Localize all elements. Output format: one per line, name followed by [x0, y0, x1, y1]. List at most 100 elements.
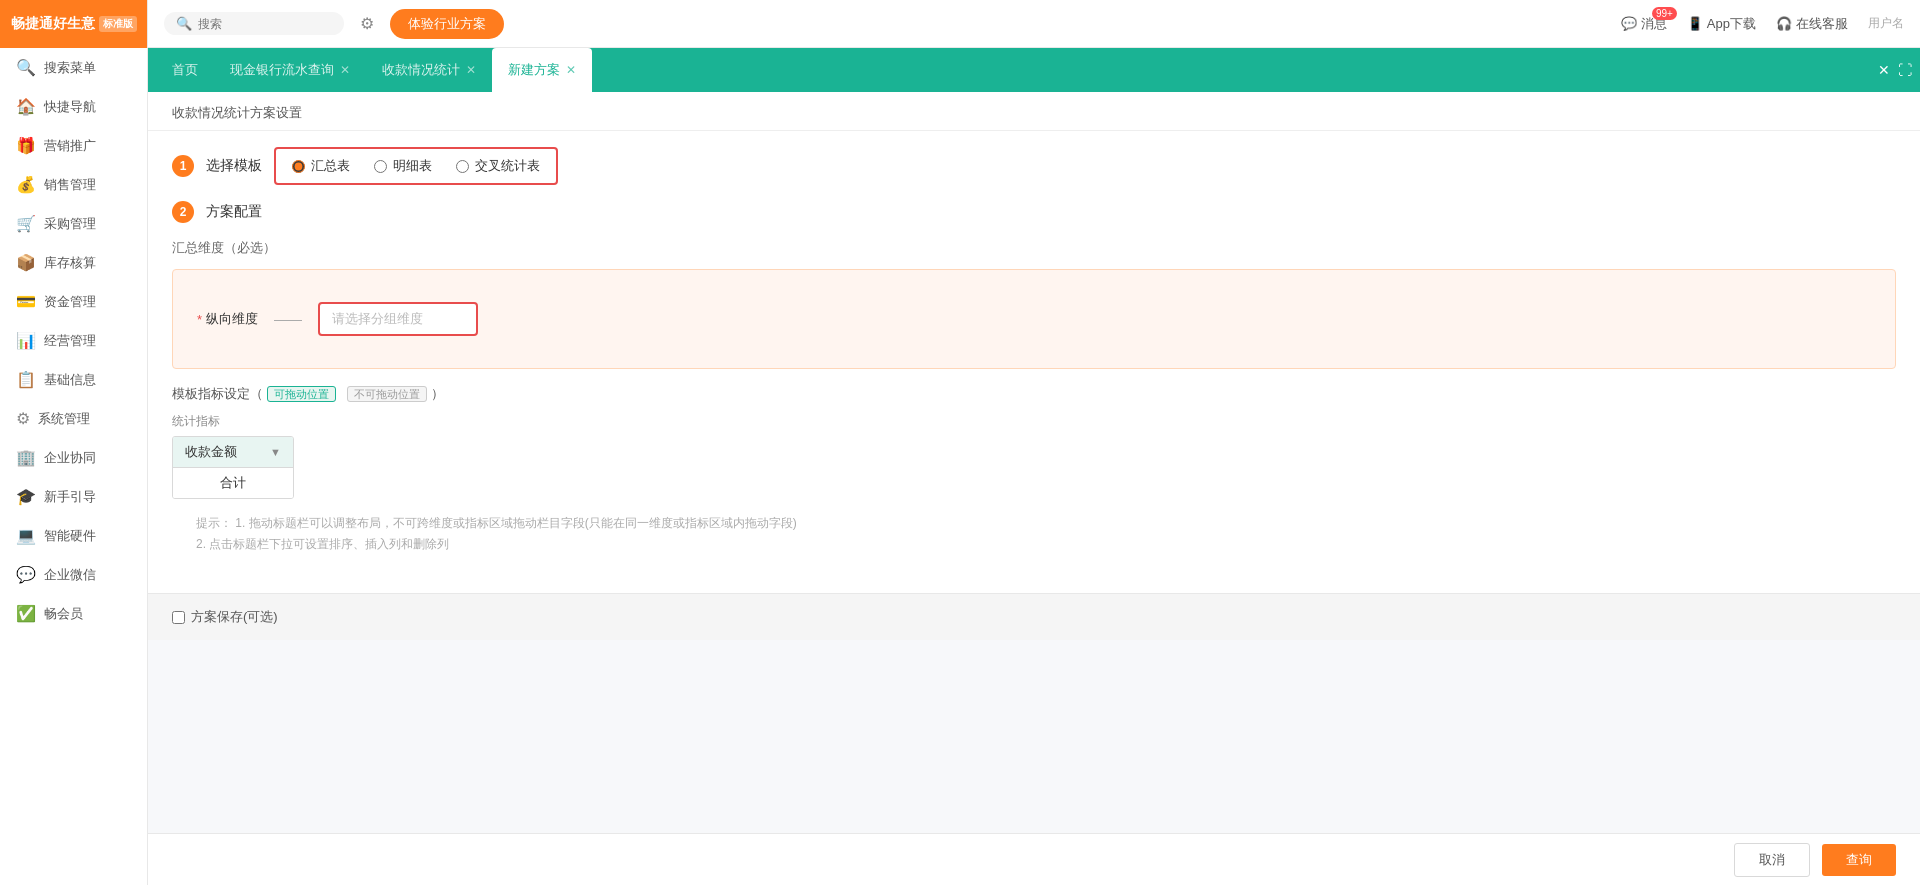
sidebar-item-search-menu[interactable]: 🔍 搜索菜单: [0, 48, 147, 87]
radio-detail-input[interactable]: [374, 160, 387, 173]
money-icon: 💰: [16, 175, 36, 194]
service-btn[interactable]: 🎧 在线客服: [1776, 15, 1848, 33]
sidebar-item-finance[interactable]: 💳 资金管理: [0, 282, 147, 321]
sidebar-item-inventory[interactable]: 📦 库存核算: [0, 243, 147, 282]
required-star: *: [197, 312, 202, 327]
tab-new-plan-close[interactable]: ✕: [566, 63, 576, 77]
tab-new-plan[interactable]: 新建方案 ✕: [492, 48, 592, 92]
tab-receipt-stats-close[interactable]: ✕: [466, 63, 476, 77]
notification-btn[interactable]: 💬 消息 99+: [1621, 15, 1667, 33]
sidebar-item-basic-info[interactable]: 📋 基础信息: [0, 360, 147, 399]
dimension-area: * 纵向维度 —— 请选择分组维度: [172, 269, 1896, 369]
bottom-bar: 取消 查询: [148, 833, 1920, 885]
search-input[interactable]: [198, 17, 318, 31]
download-btn[interactable]: 📱 App下载: [1687, 15, 1756, 33]
sidebar-item-marketing[interactable]: 🎁 营销推广: [0, 126, 147, 165]
dimension-title: 汇总维度（必选）: [172, 239, 1896, 257]
topbar-right: 💬 消息 99+ 📱 App下载 🎧 在线客服 用户名: [1621, 15, 1904, 33]
sidebar-item-guide[interactable]: 🎓 新手引导: [0, 477, 147, 516]
app-name: 畅捷通好生意: [11, 15, 95, 33]
window-close-icon[interactable]: ✕: [1878, 62, 1890, 78]
non-draggable-tag: 不可拖动位置: [347, 386, 427, 402]
metrics-grid: 收款金额 ▼ 合计: [172, 436, 294, 499]
radio-detail-label: 明细表: [393, 157, 432, 175]
sidebar-item-operation[interactable]: 📊 经营管理: [0, 321, 147, 360]
box-icon: 📦: [16, 253, 36, 272]
step1-label: 选择模板: [206, 157, 262, 175]
tips-section: 提示： 1. 拖动标题栏可以调整布局，不可跨维度或指标区域拖动栏目字段(只能在同…: [172, 515, 1896, 577]
tab-cash-flow[interactable]: 现金银行流水查询 ✕: [214, 48, 366, 92]
metrics-table-wrap: 统计指标 收款金额 ▼ 合计: [172, 413, 1896, 499]
sidebar-item-label: 资金管理: [44, 293, 96, 311]
sidebar-item-label: 库存核算: [44, 254, 96, 272]
tab-receipt-stats[interactable]: 收款情况统计 ✕: [366, 48, 492, 92]
page-header: 收款情况统计方案设置: [148, 92, 1920, 131]
settings-icon[interactable]: ⚙: [360, 14, 374, 33]
radio-summary-label: 汇总表: [311, 157, 350, 175]
sidebar-item-quick-nav[interactable]: 🏠 快捷导航: [0, 87, 147, 126]
clipboard-icon: 📋: [16, 370, 36, 389]
dimension-select-placeholder: 请选择分组维度: [332, 310, 423, 328]
laptop-icon: 💻: [16, 526, 36, 545]
sidebar: 畅捷通好生意 标准版 🔍 搜索菜单 🏠 快捷导航 🎁 营销推广 💰 销售管理 🛒…: [0, 0, 148, 885]
version-tag: 标准版: [99, 16, 137, 32]
tab-new-plan-label: 新建方案: [508, 61, 560, 79]
card-icon: 💳: [16, 292, 36, 311]
metrics-col-header[interactable]: 收款金额 ▼: [173, 437, 293, 468]
sidebar-item-vip[interactable]: ✅ 畅会员: [0, 594, 147, 633]
download-icon: 📱: [1687, 16, 1703, 31]
sidebar-item-system[interactable]: ⚙ 系统管理: [0, 399, 147, 438]
tabs-right-buttons: ✕ ⛶: [1878, 62, 1912, 78]
form-footer: 方案保存(可选): [148, 593, 1920, 640]
window-expand-icon[interactable]: ⛶: [1898, 62, 1912, 78]
cart-icon: 🛒: [16, 214, 36, 233]
main-area: 🔍 ⚙ 体验行业方案 💬 消息 99+ 📱 App下载 🎧 在线客服 用户名 首…: [148, 0, 1920, 885]
radio-summary-input[interactable]: [292, 160, 305, 173]
sidebar-item-enterprise[interactable]: 🏢 企业协同: [0, 438, 147, 477]
query-button[interactable]: 查询: [1822, 844, 1896, 876]
dimension-select[interactable]: 请选择分组维度: [318, 302, 478, 336]
sidebar-item-purchase[interactable]: 🛒 采购管理: [0, 204, 147, 243]
topbar-search-box[interactable]: 🔍: [164, 12, 344, 35]
download-label: App下载: [1707, 15, 1756, 33]
radio-summary[interactable]: 汇总表: [292, 157, 350, 175]
radio-cross[interactable]: 交叉统计表: [456, 157, 540, 175]
notification-icon: 💬: [1621, 16, 1637, 31]
sidebar-item-hardware[interactable]: 💻 智能硬件: [0, 516, 147, 555]
radio-detail[interactable]: 明细表: [374, 157, 432, 175]
sidebar-item-label: 营销推广: [44, 137, 96, 155]
cancel-button[interactable]: 取消: [1734, 843, 1810, 877]
step2-label: 方案配置: [206, 203, 262, 221]
vertical-dimension-text: 纵向维度: [206, 310, 258, 328]
sidebar-item-label: 智能硬件: [44, 527, 96, 545]
vip-icon: ✅: [16, 604, 36, 623]
vertical-dimension-label: * 纵向维度: [197, 310, 258, 328]
tab-home[interactable]: 首页: [156, 48, 214, 92]
tabs-bar: 首页 现金银行流水查询 ✕ 收款情况统计 ✕ 新建方案 ✕ ✕ ⛶: [148, 48, 1920, 92]
user-name: 用户名: [1868, 15, 1904, 32]
chart-icon: 📊: [16, 331, 36, 350]
search-icon: 🔍: [16, 58, 36, 77]
save-checkbox-input[interactable]: [172, 611, 185, 624]
radio-cross-input[interactable]: [456, 160, 469, 173]
service-label: 在线客服: [1796, 15, 1848, 33]
gear-icon: ⚙: [16, 409, 30, 428]
guide-icon: 🎓: [16, 487, 36, 506]
tab-cash-flow-close[interactable]: ✕: [340, 63, 350, 77]
save-checkbox-label[interactable]: 方案保存(可选): [172, 608, 278, 626]
gift-icon: 🎁: [16, 136, 36, 155]
step1-row: 1 选择模板 汇总表 明细表 交叉统计表: [172, 147, 1896, 185]
tab-home-label: 首页: [172, 61, 198, 79]
metrics-section: 模板指标设定（ 可拖动位置 不可拖动位置 ） 统计指标 收款金额 ▼: [172, 385, 1896, 499]
sidebar-item-sales[interactable]: 💰 销售管理: [0, 165, 147, 204]
metrics-section-label: 统计指标: [172, 413, 1896, 430]
sidebar-logo: 畅捷通好生意 标准版: [0, 0, 147, 48]
notification-badge: 99+: [1652, 7, 1677, 20]
trial-button[interactable]: 体验行业方案: [390, 9, 504, 39]
breadcrumb: 收款情况统计方案设置: [172, 105, 302, 120]
sidebar-item-wechat[interactable]: 💬 企业微信: [0, 555, 147, 594]
radio-cross-label: 交叉统计表: [475, 157, 540, 175]
sidebar-item-label: 企业微信: [44, 566, 96, 584]
search-icon: 🔍: [176, 16, 192, 31]
sidebar-item-label: 新手引导: [44, 488, 96, 506]
